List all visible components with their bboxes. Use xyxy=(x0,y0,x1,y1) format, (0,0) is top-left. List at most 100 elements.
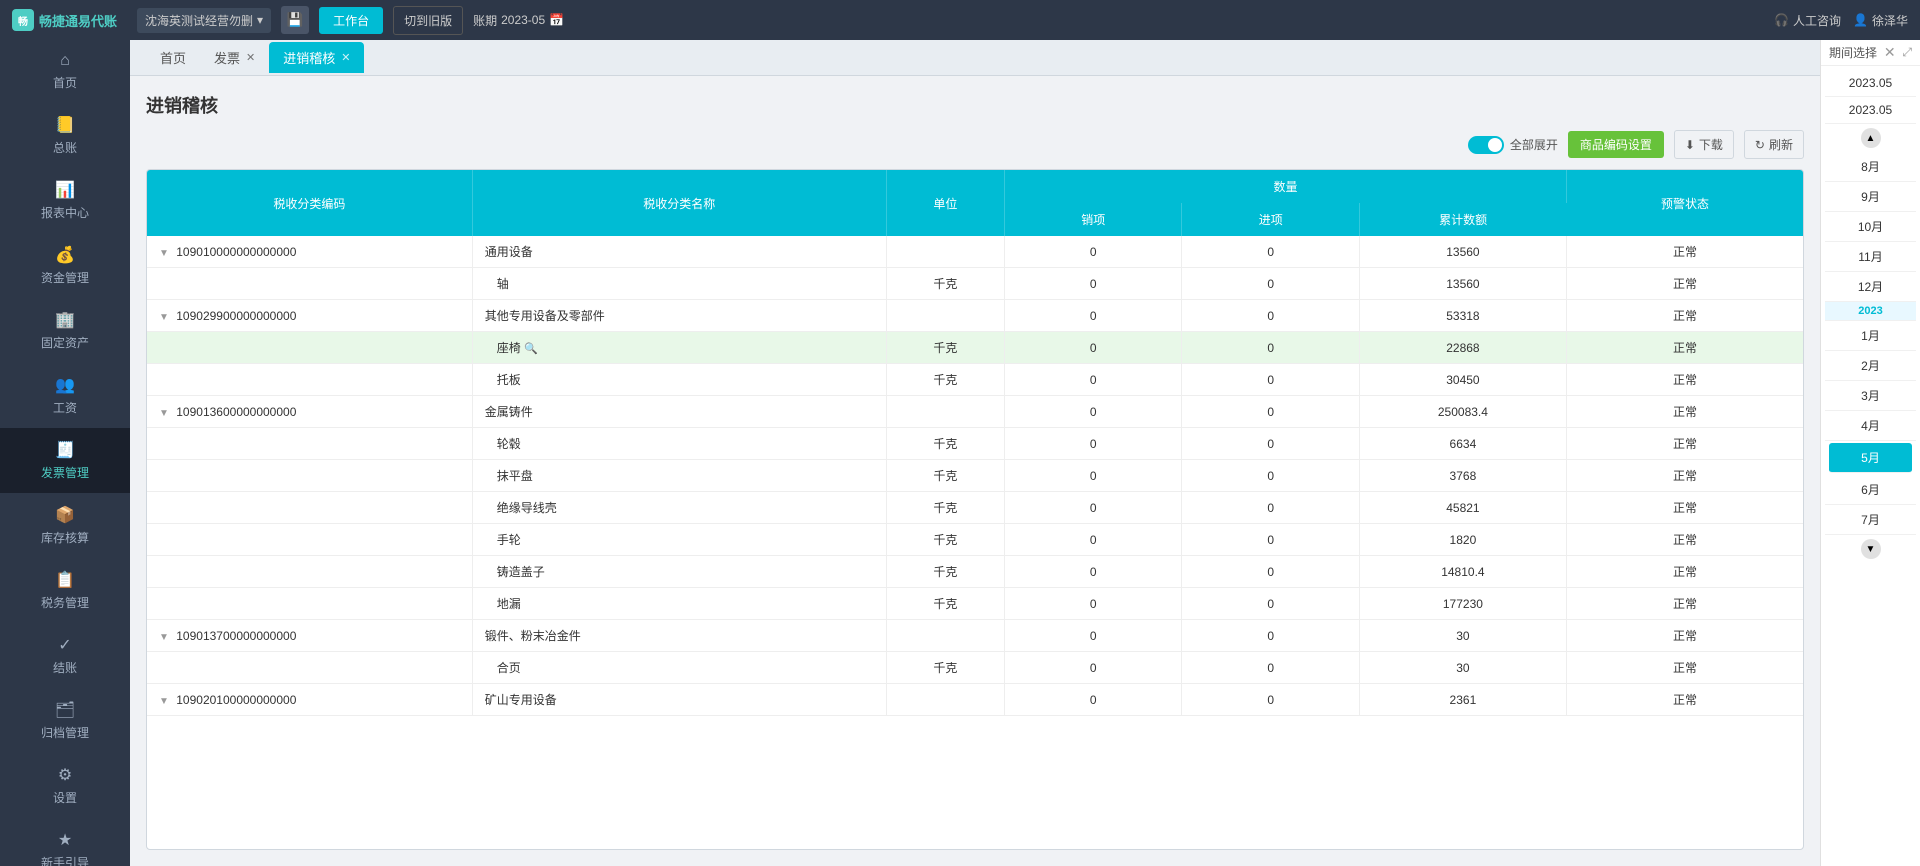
user-menu[interactable]: 👤 徐泽华 xyxy=(1853,12,1908,29)
product-code-button[interactable]: 商品编码设置 xyxy=(1568,131,1664,158)
period-month-3[interactable]: 3月 xyxy=(1825,381,1916,411)
tab-check-close[interactable]: ✕ xyxy=(341,51,350,64)
workspace-button[interactable]: 工作台 xyxy=(319,7,383,34)
sidebar-item-tax[interactable]: 📋 税务管理 xyxy=(0,558,130,623)
cell-warning: 正常 xyxy=(1566,524,1803,556)
cell-code xyxy=(147,460,472,492)
tab-check[interactable]: 进销稽核 ✕ xyxy=(269,42,364,73)
period-item-2023-05-2[interactable]: 2023.05 xyxy=(1825,97,1916,124)
save-button[interactable]: 💾 xyxy=(281,6,309,34)
period-item-2023-05-1[interactable]: 2023.05 xyxy=(1825,70,1916,97)
table-row: 抹平盘 千克 0 0 3768 正常 xyxy=(147,460,1803,492)
calendar-icon[interactable]: 📅 xyxy=(549,13,564,27)
cell-sale: 0 xyxy=(1005,300,1182,332)
period-up-button[interactable]: ▲ xyxy=(1861,128,1881,148)
sidebar-item-salary[interactable]: 👥 工资 xyxy=(0,363,130,428)
period-month-12[interactable]: 12月 xyxy=(1825,272,1916,302)
cell-sale: 0 xyxy=(1005,364,1182,396)
sidebar-item-report[interactable]: 📊 报表中心 xyxy=(0,168,130,233)
cell-sale: 0 xyxy=(1005,588,1182,620)
code-value: 109010000000000000 xyxy=(176,245,296,259)
cell-purchase: 0 xyxy=(1182,428,1359,460)
period-month-10[interactable]: 10月 xyxy=(1825,212,1916,242)
cell-purchase: 0 xyxy=(1182,556,1359,588)
tab-invoice-label: 发票 xyxy=(214,48,240,67)
headset-icon: 🎧 xyxy=(1774,13,1789,27)
cell-name: 抹平盘 xyxy=(472,460,886,492)
company-selector[interactable]: 沈海英测试经营勿删 ▾ xyxy=(137,8,271,33)
sidebar-item-invoice-mgmt[interactable]: 🧾 发票管理 xyxy=(0,428,130,493)
col-tax-name: 税收分类名称 xyxy=(472,170,886,236)
sidebar-item-assets[interactable]: 🏢 固定资产 xyxy=(0,298,130,363)
period-down-button[interactable]: ▼ xyxy=(1861,539,1881,559)
cell-sale: 0 xyxy=(1005,236,1182,268)
cell-unit xyxy=(886,396,1004,428)
sidebar-item-settle[interactable]: ✓ 结账 xyxy=(0,623,130,688)
period-month-8[interactable]: 8月 xyxy=(1825,152,1916,182)
toggle-label: 全部展开 xyxy=(1510,136,1558,153)
refresh-button[interactable]: ↻ 刷新 xyxy=(1744,130,1804,159)
support-button[interactable]: 🎧 人工咨询 xyxy=(1774,12,1841,29)
top-bar: 畅 畅捷通易代账 沈海英测试经营勿删 ▾ 💾 工作台 切到旧版 账期 2023-… xyxy=(0,0,1920,40)
sidebar-item-settings[interactable]: ⚙ 设置 xyxy=(0,753,130,818)
sidebar-item-ledger[interactable]: 📒 总账 xyxy=(0,103,130,168)
period-nav-down: ▼ xyxy=(1825,535,1916,563)
download-button[interactable]: ⬇ 下载 xyxy=(1674,130,1734,159)
sidebar-label-salary: 工资 xyxy=(53,399,77,416)
toggle-switch[interactable] xyxy=(1468,136,1504,154)
period-month-11[interactable]: 11月 xyxy=(1825,242,1916,272)
table-row: 轮毂 千克 0 0 6634 正常 xyxy=(147,428,1803,460)
period-month-9[interactable]: 9月 xyxy=(1825,182,1916,212)
cell-warning: 正常 xyxy=(1566,684,1803,716)
tab-bar: 首页 发票 ✕ 进销稽核 ✕ xyxy=(130,40,1820,76)
cell-purchase: 0 xyxy=(1182,588,1359,620)
tab-invoice[interactable]: 发票 ✕ xyxy=(200,42,269,73)
download-label: 下载 xyxy=(1699,136,1723,153)
search-icon[interactable]: 🔍 xyxy=(524,343,538,355)
collapse-arrow[interactable]: ▼ xyxy=(159,632,169,643)
cell-sale: 0 xyxy=(1005,620,1182,652)
sidebar-item-capital[interactable]: 💰 资金管理 xyxy=(0,233,130,298)
period-month-1[interactable]: 1月 xyxy=(1825,321,1916,351)
cell-purchase: 0 xyxy=(1182,684,1359,716)
cell-sale: 0 xyxy=(1005,524,1182,556)
cell-name: 轴 xyxy=(472,268,886,300)
cell-code: ▼ 109013600000000000 xyxy=(147,396,472,428)
settings-icon: ⚙ xyxy=(58,765,72,785)
period-month-7[interactable]: 7月 xyxy=(1825,505,1916,535)
period-month-5[interactable]: 5月 xyxy=(1829,443,1912,473)
cell-name: 金属铸件 xyxy=(472,396,886,428)
cell-name: 座椅 🔍 xyxy=(472,332,886,364)
col-tax-code: 税收分类编码 xyxy=(147,170,472,236)
period-month-4[interactable]: 4月 xyxy=(1825,411,1916,441)
sidebar-label-settings: 设置 xyxy=(53,789,77,806)
cell-total: 13560 xyxy=(1359,236,1566,268)
sidebar-item-home[interactable]: ⌂ 首页 xyxy=(0,40,130,103)
cell-total: 6634 xyxy=(1359,428,1566,460)
tab-home[interactable]: 首页 xyxy=(146,42,200,73)
collapse-arrow[interactable]: ▼ xyxy=(159,408,169,419)
cell-total: 45821 xyxy=(1359,492,1566,524)
cell-warning: 正常 xyxy=(1566,428,1803,460)
sidebar-item-archive[interactable]: 🗂 归档管理 xyxy=(0,688,130,753)
sidebar-item-guide[interactable]: ★ 新手引导 xyxy=(0,818,130,866)
period-month-2[interactable]: 2月 xyxy=(1825,351,1916,381)
refresh-icon: ↻ xyxy=(1755,138,1765,152)
period-month-6[interactable]: 6月 xyxy=(1825,475,1916,505)
toggle-expand[interactable]: 全部展开 xyxy=(1468,136,1558,154)
cell-name: 锻件、粉末冶金件 xyxy=(472,620,886,652)
collapse-arrow[interactable]: ▼ xyxy=(159,248,169,259)
cell-name: 通用设备 xyxy=(472,236,886,268)
sidebar-label-settle: 结账 xyxy=(53,659,77,676)
cell-unit: 千克 xyxy=(886,556,1004,588)
sidebar-item-inventory[interactable]: 📦 库存核算 xyxy=(0,493,130,558)
old-version-button[interactable]: 切到旧版 xyxy=(393,6,463,35)
guide-icon: ★ xyxy=(58,830,72,850)
tab-invoice-close[interactable]: ✕ xyxy=(246,51,255,64)
collapse-arrow[interactable]: ▼ xyxy=(159,696,169,707)
collapse-arrow[interactable]: ▼ xyxy=(159,312,169,323)
cell-unit xyxy=(886,684,1004,716)
toolbar-right: 全部展开 商品编码设置 ⬇ 下载 ↻ 刷新 xyxy=(1468,130,1804,159)
period-panel-expand[interactable]: ⤢ xyxy=(1902,45,1912,60)
period-panel-close[interactable]: ✕ xyxy=(1884,44,1896,61)
